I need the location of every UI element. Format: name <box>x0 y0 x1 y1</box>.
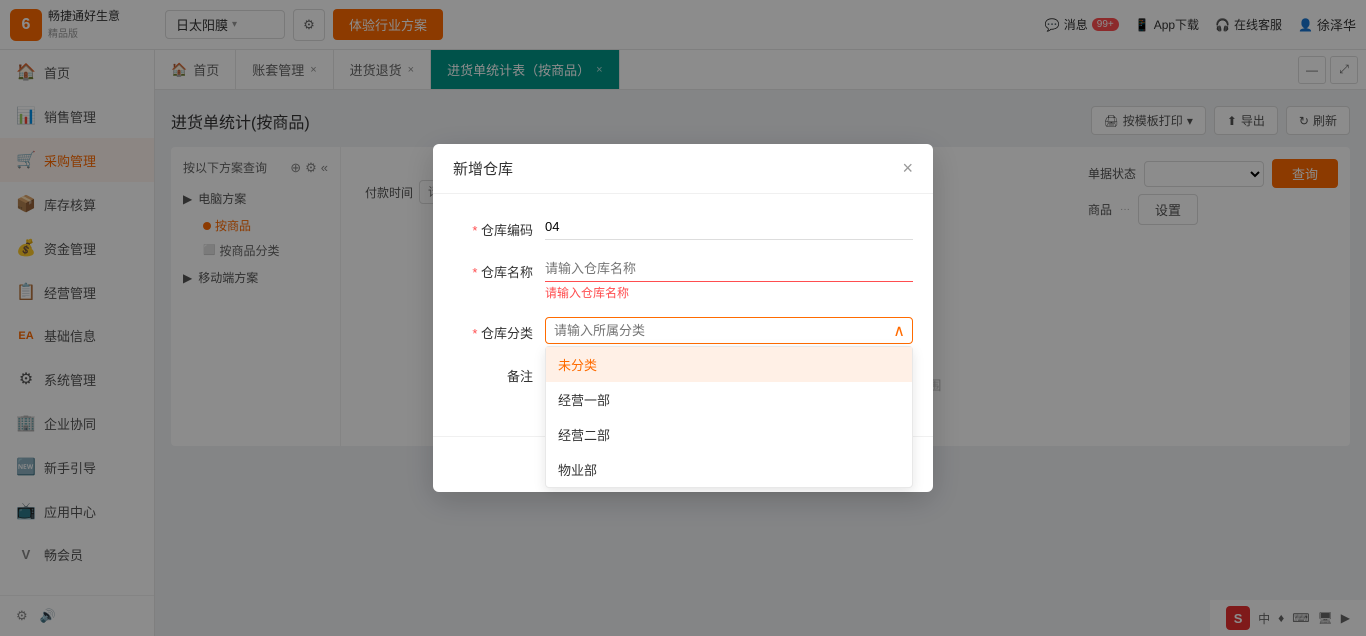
name-input[interactable] <box>545 256 913 282</box>
dialog-title: 新增仓库 <box>453 158 513 179</box>
name-error-msg: 请输入仓库名称 <box>545 284 913 301</box>
form-row-name: 仓库名称 请输入仓库名称 <box>453 256 913 301</box>
category-dropdown: 未分类 经营一部 经营二部 物业部 <box>545 346 913 488</box>
new-warehouse-dialog: 新增仓库 × 仓库编码 仓库名称 请输入仓库名称 仓库分类 ∧ <box>433 144 933 492</box>
category-input[interactable] <box>545 317 913 344</box>
category-select-wrap: ∧ 未分类 经营一部 经营二部 物业部 <box>545 317 913 344</box>
dropdown-item-ops1[interactable]: 经营一部 <box>546 382 912 417</box>
name-field-wrap: 请输入仓库名称 <box>545 256 913 301</box>
dropdown-item-ops2[interactable]: 经营二部 <box>546 417 912 452</box>
code-label: 仓库编码 <box>453 214 533 239</box>
form-row-code: 仓库编码 <box>453 214 913 240</box>
dropdown-item-property[interactable]: 物业部 <box>546 452 912 487</box>
dialog-header: 新增仓库 × <box>433 144 933 194</box>
dropdown-item-uncat[interactable]: 未分类 <box>546 347 912 382</box>
category-label: 仓库分类 <box>453 317 533 342</box>
dialog-body: 仓库编码 仓库名称 请输入仓库名称 仓库分类 ∧ 未分类 经营一部 <box>433 194 933 436</box>
name-label: 仓库名称 <box>453 256 533 281</box>
form-row-category: 仓库分类 ∧ 未分类 经营一部 经营二部 物业部 <box>453 317 913 344</box>
code-input[interactable] <box>545 214 913 240</box>
dialog-close-button[interactable]: × <box>902 158 913 179</box>
code-field-wrap <box>545 214 913 240</box>
notes-label: 备注 <box>453 360 533 385</box>
